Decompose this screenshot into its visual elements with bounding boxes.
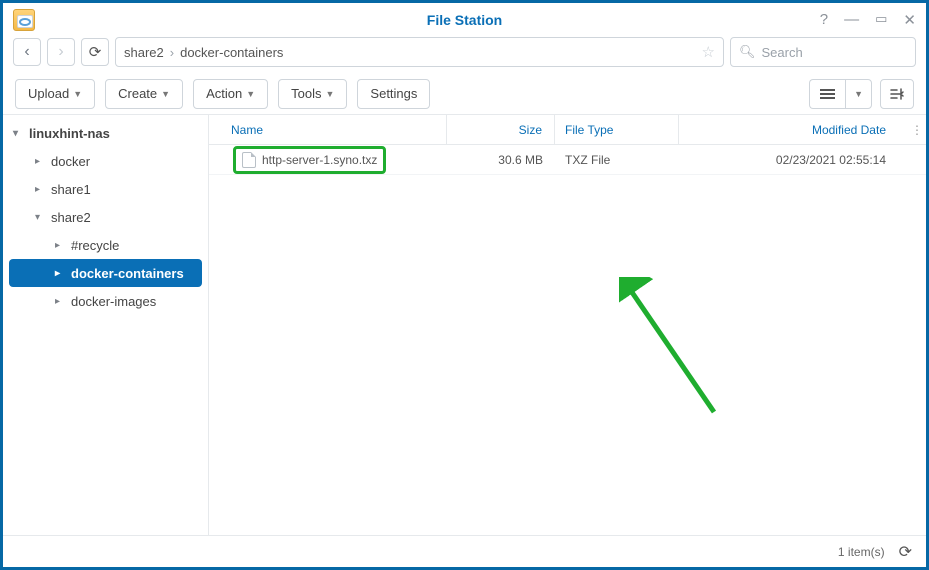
col-header-label: Name [231, 123, 263, 137]
tree-item-label: share1 [51, 182, 91, 197]
col-header-label: Size [519, 123, 542, 137]
table-row[interactable]: http-server-1.syno.txz 30.6 MB TXZ File … [209, 145, 926, 175]
tools-button[interactable]: Tools ▼ [278, 79, 347, 109]
chevron-left-icon: ‹ [24, 43, 29, 61]
minimize-icon[interactable]: — [844, 11, 859, 29]
caret-down-icon: ▼ [73, 89, 82, 99]
file-list: Name Size File Type Modified Date ⋮ http… [209, 115, 926, 535]
chevron-right-icon: ▸ [35, 184, 47, 195]
forward-button[interactable]: › [47, 38, 75, 66]
tree-item-docker[interactable]: ▸ docker [3, 147, 208, 175]
caret-down-icon: ▼ [246, 89, 255, 99]
main-area: ▾ linuxhint-nas ▸docker ▸share1 ▾share2 … [3, 115, 926, 535]
app-icon [13, 9, 35, 31]
search-input[interactable] [762, 45, 907, 60]
refresh-icon[interactable]: ⟳ [899, 542, 912, 562]
file-icon [242, 152, 256, 168]
view-dropdown-button[interactable]: ▼ [845, 79, 872, 109]
action-button[interactable]: Action ▼ [193, 79, 268, 109]
action-label: Action [206, 86, 242, 101]
tree-item-recycle[interactable]: ▸ #recycle [3, 231, 208, 259]
caret-down-icon: ▼ [326, 89, 335, 99]
tree-root[interactable]: ▾ linuxhint-nas [3, 119, 208, 147]
chevron-right-icon: ▸ [35, 156, 47, 167]
upload-button[interactable]: Upload ▼ [15, 79, 95, 109]
settings-button[interactable]: Settings [357, 79, 430, 109]
tools-label: Tools [291, 86, 321, 101]
view-list-button[interactable] [809, 79, 845, 109]
annotation-arrow [619, 277, 729, 417]
help-icon[interactable]: ? [820, 11, 828, 29]
file-name: http-server-1.syno.txz [262, 153, 377, 167]
caret-down-icon: ▼ [161, 89, 170, 99]
item-count: 1 item(s) [838, 545, 885, 559]
tree-item-share1[interactable]: ▸ share1 [3, 175, 208, 203]
col-header-label: Modified Date [812, 123, 886, 137]
tree-root-label: linuxhint-nas [29, 126, 110, 141]
chevron-right-icon: › [58, 43, 63, 61]
close-icon[interactable]: ✕ [903, 11, 916, 29]
list-icon [820, 89, 835, 99]
toolbar: Upload▼ Create▼ Action▼ Tools▼ Settings … [3, 73, 926, 115]
breadcrumb-item[interactable]: share2 [124, 45, 164, 60]
file-type: TXZ File [565, 153, 610, 167]
sort-icon [889, 87, 905, 101]
col-header-modified[interactable]: Modified Date [679, 115, 908, 144]
tree-item-docker-images[interactable]: ▸ docker-images [3, 287, 208, 315]
search-box[interactable]: 🔍︎ [730, 37, 916, 67]
refresh-button[interactable]: ⟳ [81, 38, 109, 66]
create-label: Create [118, 86, 157, 101]
navigation-bar: ‹ › ⟳ share2 › docker-containers ☆ 🔍︎ [3, 37, 926, 73]
back-button[interactable]: ‹ [13, 38, 41, 66]
tree-item-label: share2 [51, 210, 91, 225]
file-modified: 02/23/2021 02:55:14 [776, 153, 886, 167]
annotation-highlight: http-server-1.syno.txz [233, 146, 386, 174]
col-header-type[interactable]: File Type [555, 115, 679, 144]
upload-label: Upload [28, 86, 69, 101]
col-menu-button[interactable]: ⋮ [908, 115, 926, 144]
col-header-name[interactable]: Name [209, 115, 447, 144]
tree-item-label: #recycle [71, 238, 119, 253]
tree-item-share2[interactable]: ▾ share2 [3, 203, 208, 231]
chevron-down-icon: ▾ [35, 212, 47, 223]
refresh-icon: ⟳ [89, 43, 102, 61]
star-icon[interactable]: ☆ [702, 43, 715, 61]
table-header: Name Size File Type Modified Date ⋮ [209, 115, 926, 145]
maximize-icon[interactable]: ▭ [875, 11, 887, 29]
sort-button[interactable] [880, 79, 914, 109]
chevron-right-icon: ▸ [55, 296, 67, 307]
col-header-label: File Type [565, 123, 613, 137]
settings-label: Settings [370, 86, 417, 101]
tree-item-label: docker [51, 154, 90, 169]
breadcrumb-item[interactable]: docker-containers [180, 45, 283, 60]
create-button[interactable]: Create ▼ [105, 79, 183, 109]
chevron-right-icon: › [170, 45, 174, 60]
window-controls: ? — ▭ ✕ [820, 11, 916, 29]
tree-item-label: docker-images [71, 294, 156, 309]
tree-item-label: docker-containers [71, 266, 184, 281]
chevron-right-icon: ▸ [55, 268, 67, 279]
file-size: 30.6 MB [498, 153, 543, 167]
col-header-size[interactable]: Size [447, 115, 555, 144]
window-title: File Station [427, 12, 502, 28]
window-titlebar: File Station ? — ▭ ✕ [3, 3, 926, 37]
caret-down-icon: ▼ [854, 89, 863, 99]
search-icon: 🔍︎ [739, 44, 756, 60]
chevron-right-icon: ▸ [55, 240, 67, 251]
tree-item-docker-containers[interactable]: ▸ docker-containers [9, 259, 202, 287]
status-bar: 1 item(s) ⟳ [3, 535, 926, 567]
folder-tree: ▾ linuxhint-nas ▸docker ▸share1 ▾share2 … [3, 115, 209, 535]
chevron-down-icon: ▾ [13, 128, 25, 139]
breadcrumb[interactable]: share2 › docker-containers ☆ [115, 37, 724, 67]
